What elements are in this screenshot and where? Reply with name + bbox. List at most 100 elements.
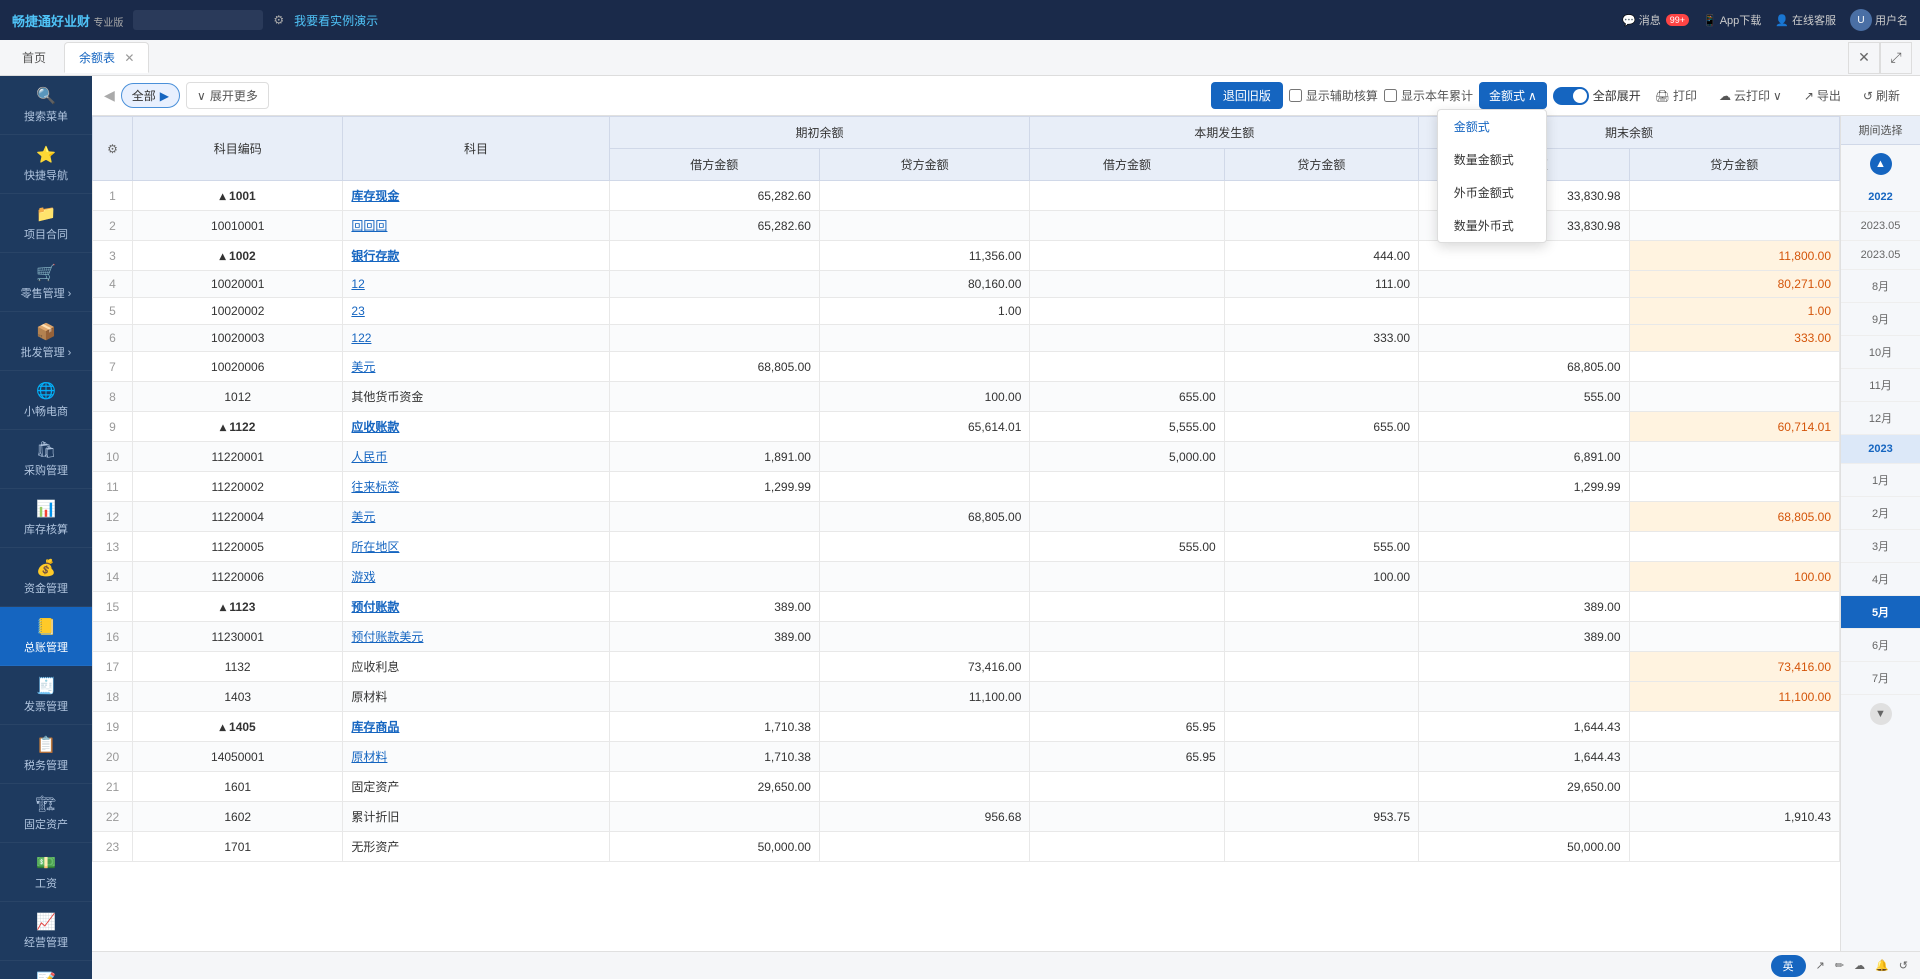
cell-name[interactable]: 其他货币资金 xyxy=(343,382,609,412)
breadcrumb-all-btn[interactable]: 全部 ▶ xyxy=(121,83,180,108)
year-down-btn[interactable]: ▼ xyxy=(1870,703,1892,725)
cloud-print-btn[interactable]: ☁ 云打印 ∨ xyxy=(1711,83,1790,108)
tab-balance[interactable]: 余额表 ✕ xyxy=(64,42,149,73)
top-bar: 畅捷通好业财 专业版 ⚙ 我要看实例演示 💬 消息 99+ 📱 App下载 👤 … xyxy=(0,0,1920,40)
cell-name[interactable]: 人民币 xyxy=(343,442,609,472)
settings-icon[interactable]: ⚙ xyxy=(107,142,118,156)
month-11[interactable]: 11月 xyxy=(1841,369,1920,402)
sidebar-item-finance[interactable]: 💰 资金管理 xyxy=(0,548,92,607)
show-assist-checkbox[interactable]: 显示辅助核算 xyxy=(1289,87,1378,104)
tab-home[interactable]: 首页 xyxy=(8,43,60,72)
sidebar-item-quick-nav[interactable]: ⭐ 快捷导航 xyxy=(0,135,92,194)
month-2023-05-second[interactable]: 2023.05 xyxy=(1841,241,1920,270)
cell-period-credit xyxy=(1224,832,1418,862)
th-name: 科目 xyxy=(343,117,609,181)
sidebar-item-reports[interactable]: 📝 小畅报销 xyxy=(0,961,92,979)
sidebar-item-wholesale[interactable]: 📦 批发管理 › xyxy=(0,312,92,371)
sidebar-item-general-ledger[interactable]: 📒 总账管理 xyxy=(0,607,92,666)
cell-name[interactable]: 预付账款 xyxy=(343,592,609,622)
sidebar-item-inventory[interactable]: 📊 库存核算 xyxy=(0,489,92,548)
translate-btn[interactable]: 英 xyxy=(1771,955,1806,977)
cell-period-debit xyxy=(1030,832,1224,862)
cell-name[interactable]: 美元 xyxy=(343,352,609,382)
view-mode-btn[interactable]: 金额式 ∧ xyxy=(1479,82,1547,109)
cell-name[interactable]: 库存现金 xyxy=(343,181,609,211)
user-avatar[interactable]: U 用户名 xyxy=(1850,9,1908,31)
cell-name[interactable]: 预付账款美元 xyxy=(343,622,609,652)
month-7[interactable]: 7月 xyxy=(1841,662,1920,695)
toolbar-right: 退回旧版 显示辅助核算 显示本年累计 金额式 ∧ 金额式 数量金 xyxy=(1211,82,1908,109)
export-btn[interactable]: ↗ 导出 xyxy=(1796,83,1849,108)
cell-closing-debit xyxy=(1419,802,1629,832)
print-btn[interactable]: 🖨 打印 xyxy=(1647,83,1705,108)
tab-close-btn[interactable]: ✕ xyxy=(124,51,134,65)
cell-name[interactable]: 无形资产 xyxy=(343,832,609,862)
cell-name[interactable]: 游戏 xyxy=(343,562,609,592)
refresh-btn[interactable]: ↺ 刷新 xyxy=(1855,83,1908,108)
month-2023-05-first[interactable]: 2023.05 xyxy=(1841,212,1920,241)
cell-name[interactable]: 原材料 xyxy=(343,742,609,772)
cell-name[interactable]: 23 xyxy=(343,298,609,325)
sidebar-item-search[interactable]: 🔍 搜索菜单 xyxy=(0,76,92,135)
bottom-icon-4[interactable]: 🔔 xyxy=(1875,959,1889,972)
top-search-input[interactable] xyxy=(133,10,263,30)
cell-name[interactable]: 库存商品 xyxy=(343,712,609,742)
cell-name[interactable]: 应收账款 xyxy=(343,412,609,442)
view-mode-dropdown[interactable]: 金额式 ∧ 金额式 数量金额式 外币金额式 数量外币式 xyxy=(1479,82,1547,109)
sidebar-item-tax[interactable]: 📋 税务管理 xyxy=(0,725,92,784)
app-download-btn[interactable]: 📱 App下载 xyxy=(1703,12,1761,28)
month-8[interactable]: 8月 xyxy=(1841,270,1920,303)
month-3[interactable]: 3月 xyxy=(1841,530,1920,563)
cell-name[interactable]: 原材料 xyxy=(343,682,609,712)
cell-name[interactable]: 12 xyxy=(343,271,609,298)
month-12[interactable]: 12月 xyxy=(1841,402,1920,435)
month-10[interactable]: 10月 xyxy=(1841,336,1920,369)
cell-name[interactable]: 往来标签 xyxy=(343,472,609,502)
sidebar-item-ecommerce[interactable]: 🌐 小畅电商 xyxy=(0,371,92,430)
month-6[interactable]: 6月 xyxy=(1841,629,1920,662)
view-mode-qty-amount[interactable]: 数量金额式 xyxy=(1438,143,1546,176)
settings-icon[interactable]: ⚙ xyxy=(273,13,284,27)
back-old-version-btn[interactable]: 退回旧版 xyxy=(1211,82,1283,109)
refresh-icon: ↺ xyxy=(1863,89,1873,103)
cell-name[interactable]: 122 xyxy=(343,325,609,352)
month-9[interactable]: 9月 xyxy=(1841,303,1920,336)
year-up-btn[interactable]: ▲ xyxy=(1870,153,1892,175)
bottom-icon-2[interactable]: ✏ xyxy=(1835,959,1844,972)
sidebar-item-purchase[interactable]: 🛍 采购管理 xyxy=(0,430,92,489)
bottom-icon-3[interactable]: ☁ xyxy=(1854,959,1865,972)
bottom-icon-1[interactable]: ↗ xyxy=(1816,959,1825,972)
expand-all-toggle[interactable]: 全部展开 xyxy=(1553,87,1641,105)
month-5-active[interactable]: 5月 xyxy=(1841,596,1920,629)
online-service-btn[interactable]: 👤 在线客服 xyxy=(1775,12,1836,28)
back-icon[interactable]: ◀ xyxy=(104,87,115,104)
close-window-btn[interactable]: ✕ xyxy=(1848,42,1880,74)
sidebar-item-payroll[interactable]: 💵 工资 xyxy=(0,843,92,902)
month-2[interactable]: 2月 xyxy=(1841,497,1920,530)
cell-name[interactable]: 固定资产 xyxy=(343,772,609,802)
cell-name[interactable]: 回回回 xyxy=(343,211,609,241)
expand-more-btn[interactable]: ∨ 展开更多 xyxy=(186,82,269,109)
view-mode-qty-foreign[interactable]: 数量外币式 xyxy=(1438,209,1546,242)
toggle-switch[interactable] xyxy=(1553,87,1589,105)
cell-period-debit xyxy=(1030,802,1224,832)
cell-name[interactable]: 累计折旧 xyxy=(343,802,609,832)
view-mode-amount[interactable]: 金额式 xyxy=(1438,110,1546,143)
sidebar-item-invoice[interactable]: 🧾 发票管理 xyxy=(0,666,92,725)
cell-name[interactable]: 应收利息 xyxy=(343,652,609,682)
sidebar-item-project[interactable]: 📁 项目合同 xyxy=(0,194,92,253)
cell-name[interactable]: 所在地区 xyxy=(343,532,609,562)
cell-name[interactable]: 银行存款 xyxy=(343,241,609,271)
expand-window-btn[interactable]: ⤢ xyxy=(1880,42,1912,74)
view-mode-foreign-amount[interactable]: 外币金额式 xyxy=(1438,176,1546,209)
demo-link[interactable]: 我要看实例演示 xyxy=(294,12,378,29)
month-1[interactable]: 1月 xyxy=(1841,464,1920,497)
sidebar-item-retail[interactable]: 🛒 零售管理 › xyxy=(0,253,92,312)
month-4[interactable]: 4月 xyxy=(1841,563,1920,596)
bottom-icon-5[interactable]: ↺ xyxy=(1899,959,1908,972)
show-ytd-checkbox[interactable]: 显示本年累计 xyxy=(1384,87,1473,104)
cell-name[interactable]: 美元 xyxy=(343,502,609,532)
sidebar-item-operations[interactable]: 📈 经营管理 xyxy=(0,902,92,961)
sidebar-item-fixed-assets[interactable]: 🏗 固定资产 xyxy=(0,784,92,843)
messages-btn[interactable]: 💬 消息 99+ xyxy=(1622,12,1689,28)
